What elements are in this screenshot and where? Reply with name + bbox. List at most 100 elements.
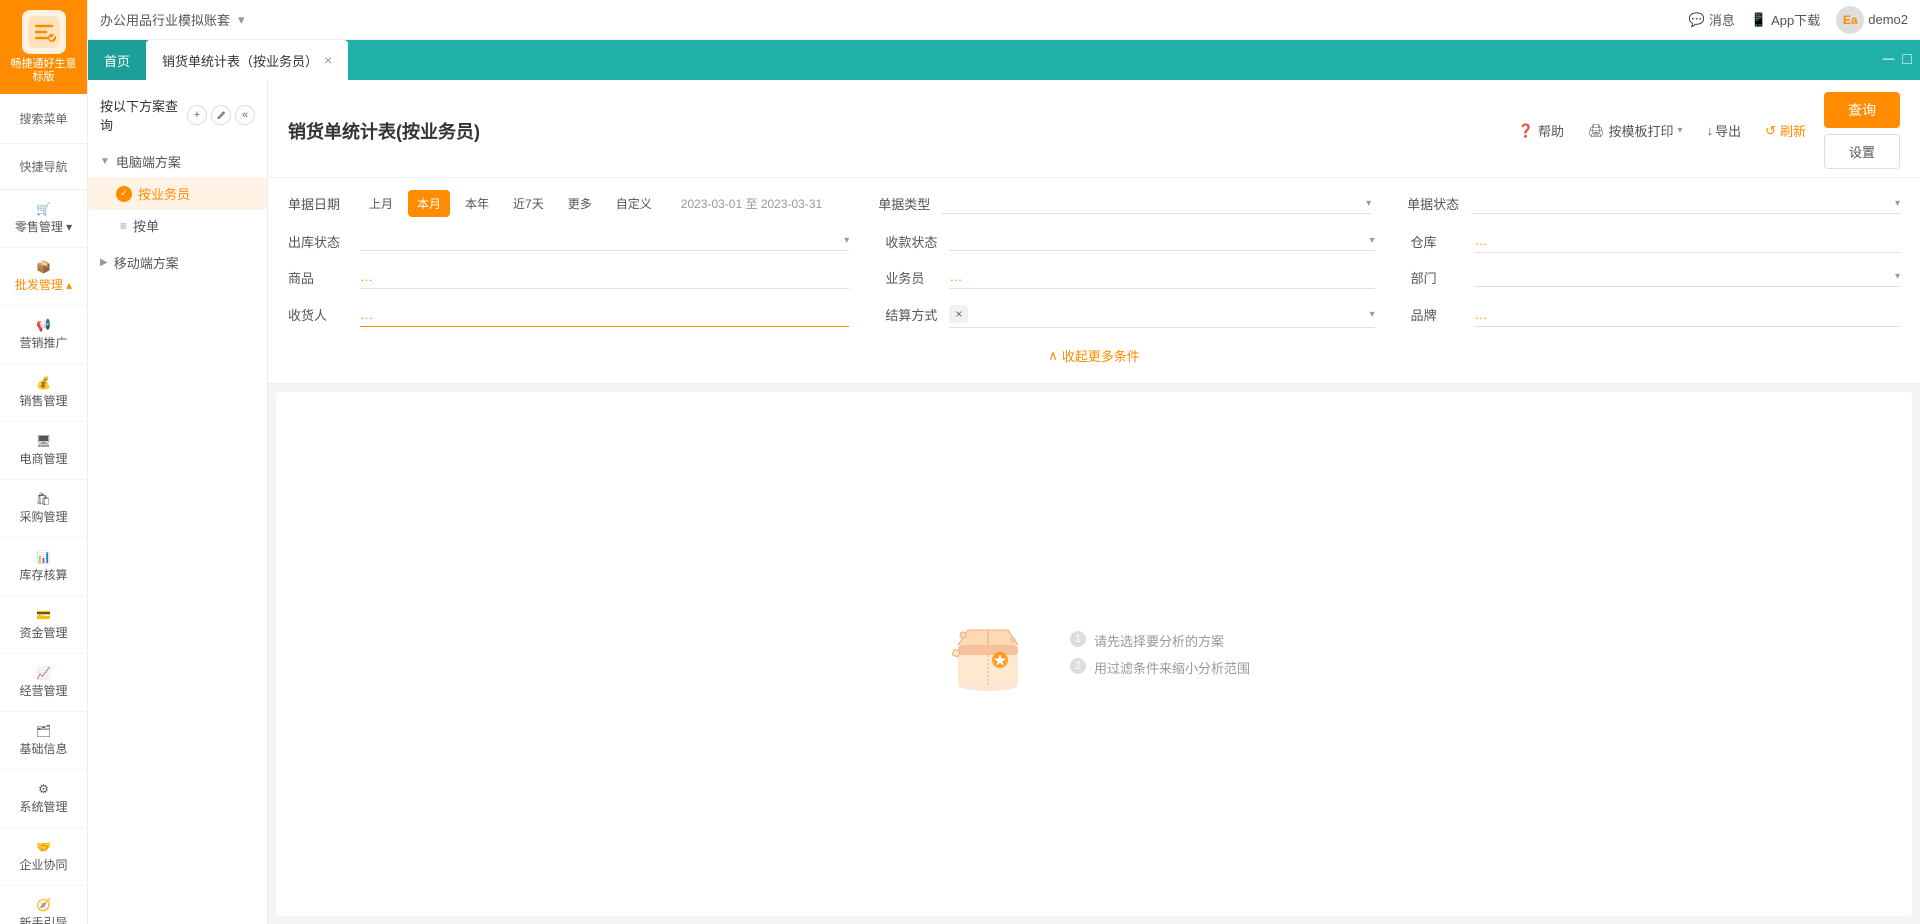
staff-group: 业务员 … (885, 265, 1374, 289)
date-custom[interactable]: 自定义 (607, 190, 661, 217)
payment-status-group: 收款状态 ▾ (885, 231, 1374, 251)
doc-status-select[interactable]: ▾ (1471, 194, 1900, 214)
sidebar-item-inventory[interactable]: 📊 库存核算 (0, 538, 87, 596)
help-icon: ❓ (1518, 123, 1534, 139)
collapse-panel-button[interactable]: « (235, 105, 255, 125)
tab-maximize-icon[interactable]: □ (1902, 51, 1912, 69)
app-download-button[interactable]: 📱 App下载 (1751, 10, 1820, 29)
sidebar-item-retail[interactable]: 🛒 零售管理 ▾ (0, 190, 87, 248)
scheme-group-pc-header[interactable]: ▼ 电脑端方案 (88, 146, 267, 177)
sidebar-item-finance[interactable]: 💳 资金管理 (0, 596, 87, 654)
sidebar-item-marketing[interactable]: 📢 营销推广 (0, 306, 87, 364)
operations-icon: 📈 (5, 666, 82, 680)
query-button[interactable]: 查询 (1824, 92, 1900, 128)
content: 按以下方案查询 + « ▼ 电脑端方案 ✓ 按业务员 (88, 80, 1920, 924)
breadcrumb-arrow[interactable]: ▾ (238, 12, 245, 28)
sidebar-item-enterprise[interactable]: 🤝 企业协同 (0, 828, 87, 886)
stock-status-select[interactable]: ▾ (360, 231, 849, 251)
date-more[interactable]: 更多 (559, 190, 601, 217)
sidebar-item-sales[interactable]: 💰 销售管理 (0, 364, 87, 422)
main: 办公用品行业模拟账套 ▾ 💬 消息 📱 App下载 Ea demo2 首页 (88, 0, 1920, 924)
payment-method-group: 结算方式 × ▾ (885, 301, 1374, 328)
sidebar-item-system[interactable]: ⚙ 系统管理 (0, 770, 87, 828)
help-button[interactable]: ❓ 帮助 (1512, 117, 1570, 144)
consignee-label: 收货人 (288, 305, 344, 324)
scheme-group-mobile-header[interactable]: ▶ 移动端方案 (100, 247, 255, 278)
collapse-icon: ∧ (1048, 348, 1058, 364)
doc-type-group: 单据类型 ▾ (878, 194, 1371, 214)
sidebar-item-purchase[interactable]: 🛍 采购管理 (0, 480, 87, 538)
tab-sales-stats[interactable]: 销货单统计表（按业务员） × (146, 40, 348, 80)
collapse-label: 收起更多条件 (1062, 346, 1140, 365)
date-this-year[interactable]: 本年 (456, 190, 498, 217)
tabbar-right: ─ □ (1883, 51, 1920, 69)
staff-select[interactable]: … (949, 265, 1374, 289)
payment-status-select[interactable]: ▾ (949, 231, 1374, 251)
settings-button[interactable]: 设置 (1824, 134, 1900, 169)
sidebar-item-guide[interactable]: 🧭 新手引导 (0, 886, 87, 924)
date-range: 2023-03-01 至 2023-03-31 (681, 195, 822, 212)
ecommerce-icon: 🖥 (5, 434, 82, 448)
scheme-mobile-label: 移动端方案 (114, 253, 179, 272)
dept-group: 部门 ▾ (1411, 267, 1900, 287)
left-panel: 按以下方案查询 + « ▼ 电脑端方案 ✓ 按业务员 (88, 80, 268, 924)
message-button[interactable]: 💬 消息 (1689, 10, 1735, 29)
active-tab-label: 销货单统计表（按业务员） (162, 51, 318, 70)
scheme-item-by-order[interactable]: ≡ 按单 (88, 210, 267, 241)
quick-nav-label[interactable]: 快捷导航 (0, 152, 87, 181)
edit-scheme-button[interactable] (211, 105, 231, 125)
sidebar-item-ecommerce[interactable]: 🖥 电商管理 (0, 422, 87, 480)
search-menu-label[interactable]: 搜索菜单 (0, 104, 87, 133)
tab-minimize-icon[interactable]: ─ (1883, 51, 1894, 69)
payment-method-select[interactable]: × ▾ (949, 301, 1374, 328)
logo-icon (22, 10, 66, 54)
refresh-icon: ↺ (1765, 123, 1776, 139)
logo-area[interactable]: 畅捷通好生意 标版 (0, 0, 87, 94)
brand-select[interactable]: … (1475, 303, 1900, 327)
payment-status-label: 收款状态 (885, 232, 941, 251)
consignee-input[interactable]: … (360, 303, 849, 327)
payment-method-tag: × (949, 305, 968, 323)
export-button[interactable]: ↓ 导出 (1701, 117, 1748, 144)
user-menu[interactable]: Ea demo2 (1836, 6, 1908, 34)
doc-status-group: 单据状态 ▾ (1407, 194, 1900, 214)
system-icon: ⚙ (5, 782, 82, 796)
date-last7[interactable]: 近7天 (504, 190, 553, 217)
print-button[interactable]: 🖨 按模板打印 ▾ (1582, 117, 1689, 144)
right-content: 销货单统计表(按业务员) ❓ 帮助 🖨 按模板打印 ▾ ↓ 导出 (268, 80, 1920, 924)
stock-status-label: 出库状态 (288, 232, 344, 251)
scheme-active-dot: ✓ (116, 186, 132, 202)
dept-dropdown-icon: ▾ (1895, 271, 1900, 282)
sidebar-item-base[interactable]: 🗂 基础信息 (0, 712, 87, 770)
filter-row-2: 出库状态 ▾ 收款状态 ▾ 仓库 (288, 229, 1900, 253)
quick-nav[interactable]: 快捷导航 (0, 144, 87, 190)
print-icon: 🖨 (1588, 123, 1605, 139)
tab-close-icon[interactable]: × (324, 53, 332, 67)
sidebar-item-operations[interactable]: 📈 经营管理 (0, 654, 87, 712)
warehouse-group: 仓库 … (1411, 229, 1900, 253)
empty-state: 1 请先选择要分析的方案 2 用过滤条件来缩小分析范围 (1070, 631, 1250, 677)
date-this-month[interactable]: 本月 (408, 190, 450, 217)
hint-num-1: 1 (1070, 631, 1086, 647)
page-header: 销货单统计表(按业务员) ❓ 帮助 🖨 按模板打印 ▾ ↓ 导出 (268, 80, 1920, 178)
refresh-button[interactable]: ↺ 刷新 (1759, 117, 1812, 144)
date-last-month[interactable]: 上月 (360, 190, 402, 217)
logo-text: 畅捷通好生意 标版 (5, 58, 82, 84)
warehouse-select[interactable]: … (1475, 229, 1900, 253)
collapse-button[interactable]: ∧ 收起更多条件 (288, 340, 1900, 371)
message-icon: 💬 (1689, 12, 1705, 28)
sidebar-item-wholesale[interactable]: 📦 批发管理 ▴ (0, 248, 87, 306)
payment-method-tag-close[interactable]: × (955, 307, 962, 321)
sub-scheme-icon: ≡ (120, 219, 127, 233)
page-title: 销货单统计表(按业务员) (288, 118, 480, 144)
search-menu[interactable]: 搜索菜单 (0, 94, 87, 144)
scheme-item-by-staff[interactable]: ✓ 按业务员 (88, 177, 267, 210)
tab-home[interactable]: 首页 (88, 40, 146, 80)
print-dropdown-icon[interactable]: ▾ (1678, 125, 1683, 136)
doc-type-select[interactable]: ▾ (942, 194, 1371, 214)
add-scheme-button[interactable]: + (187, 105, 207, 125)
dept-select[interactable]: ▾ (1475, 267, 1900, 287)
goods-select[interactable]: … (360, 265, 849, 289)
wholesale-icon: 📦 (5, 260, 82, 274)
topbar-right: 💬 消息 📱 App下载 Ea demo2 (1689, 6, 1908, 34)
